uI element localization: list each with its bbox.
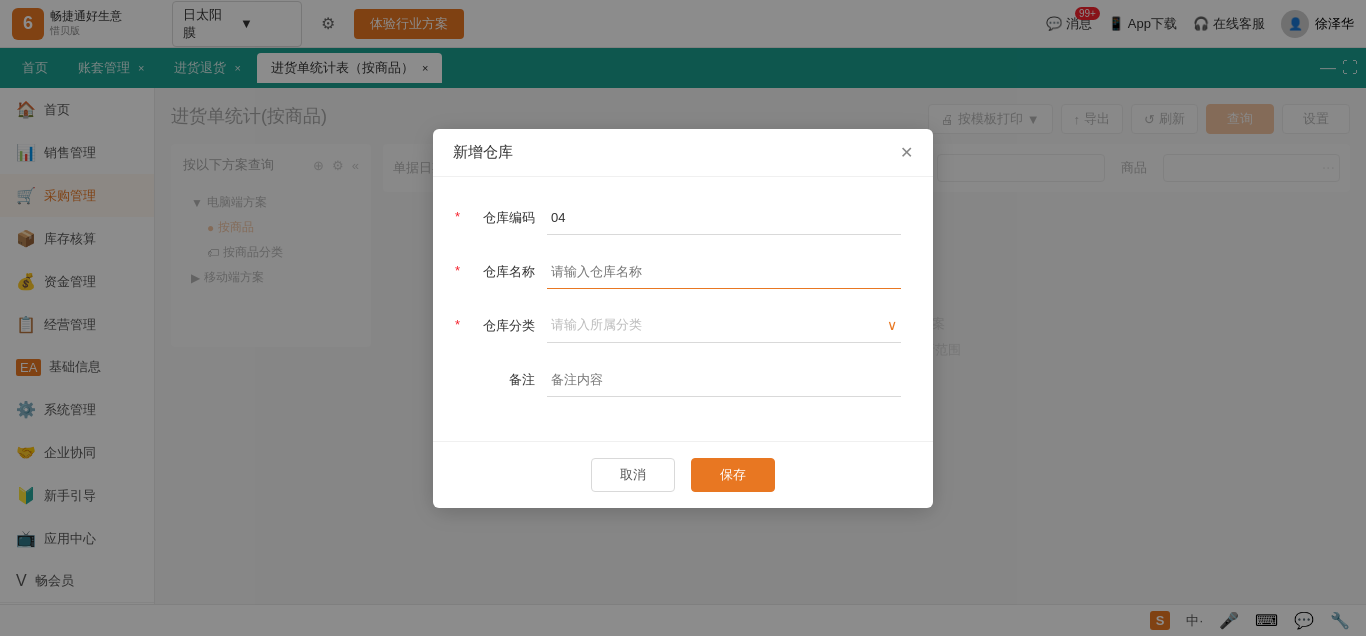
warehouse-remark-input[interactable]: [547, 363, 901, 397]
warehouse-code-input[interactable]: [547, 201, 901, 235]
dialog-footer: 取消 保存: [433, 441, 933, 508]
dialog-body: 仓库编码 仓库名称 仓库分类 请输入所属分类 ∨ 备注: [433, 177, 933, 441]
warehouse-category-row: 仓库分类 请输入所属分类 ∨: [465, 309, 901, 343]
warehouse-name-input[interactable]: [547, 255, 901, 289]
add-warehouse-dialog: 新增仓库 ✕ 仓库编码 仓库名称 仓库分类 请输入所属分类 ∨: [433, 129, 933, 508]
warehouse-code-row: 仓库编码: [465, 201, 901, 235]
warehouse-code-label: 仓库编码: [465, 209, 535, 227]
save-button[interactable]: 保存: [691, 458, 775, 492]
dialog-overlay: 新增仓库 ✕ 仓库编码 仓库名称 仓库分类 请输入所属分类 ∨: [0, 0, 1366, 636]
warehouse-remark-row: 备注: [465, 363, 901, 397]
warehouse-name-row: 仓库名称: [465, 255, 901, 289]
dialog-title: 新增仓库: [453, 143, 513, 162]
dialog-header: 新增仓库 ✕: [433, 129, 933, 177]
warehouse-category-placeholder: 请输入所属分类: [551, 316, 642, 334]
cancel-button[interactable]: 取消: [591, 458, 675, 492]
dialog-close-icon[interactable]: ✕: [900, 143, 913, 162]
category-chevron-icon: ∨: [887, 317, 897, 333]
warehouse-remark-label: 备注: [465, 371, 535, 389]
warehouse-category-select[interactable]: 请输入所属分类 ∨: [547, 309, 901, 343]
warehouse-name-label: 仓库名称: [465, 263, 535, 281]
warehouse-category-label: 仓库分类: [465, 317, 535, 335]
